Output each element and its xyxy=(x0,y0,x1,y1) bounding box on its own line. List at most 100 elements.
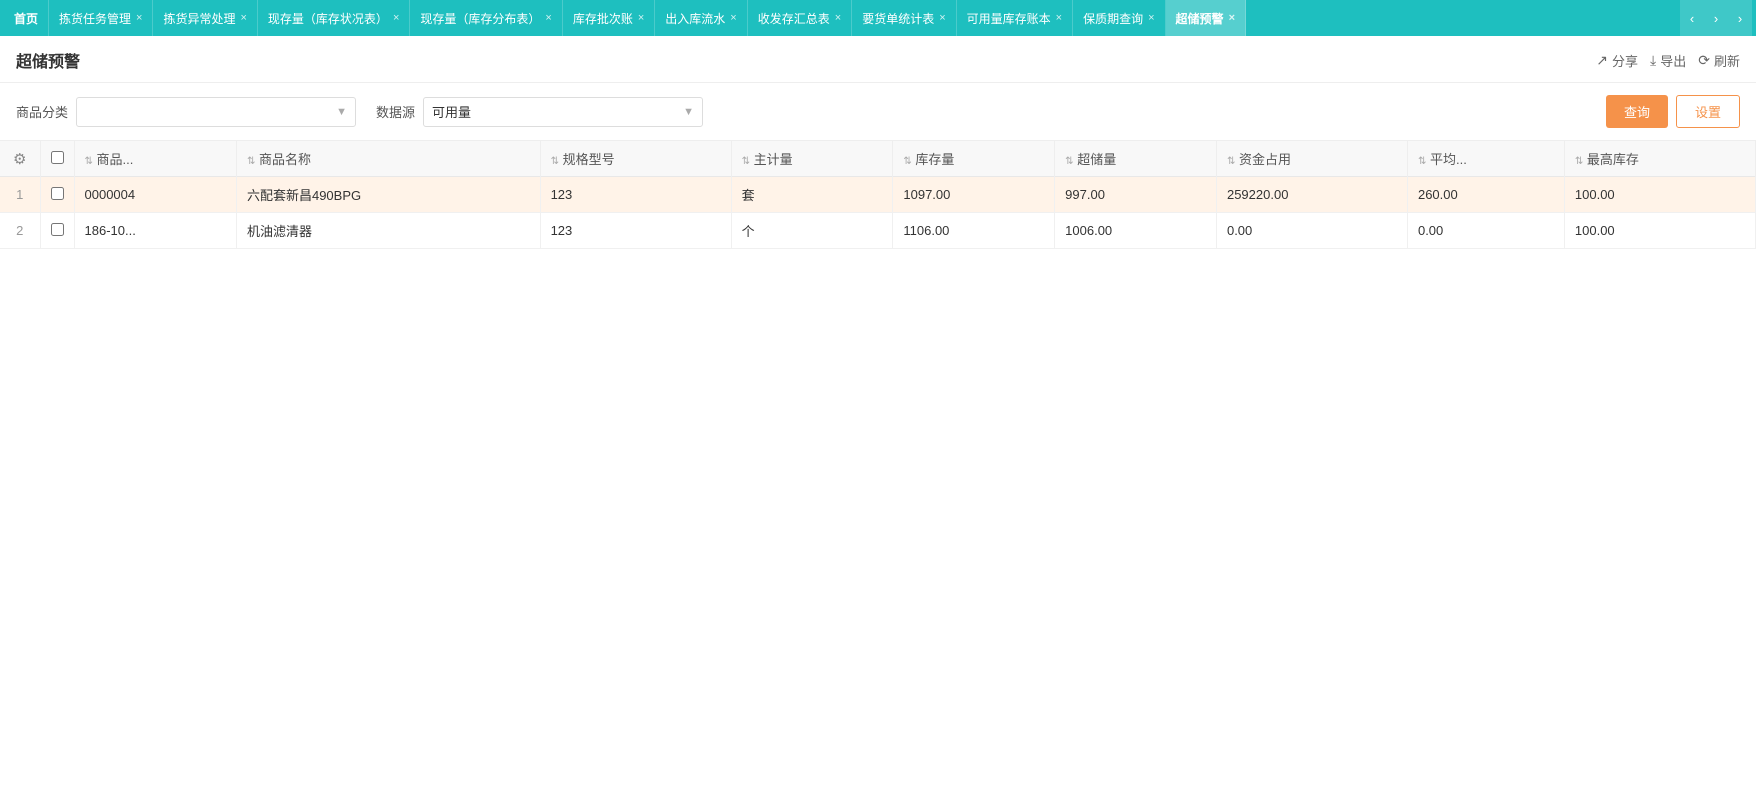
close-tab-inventory-status[interactable]: × xyxy=(393,12,399,24)
datasource-select[interactable]: 可用量 ▼ xyxy=(423,97,703,127)
row-spec-1: 123 xyxy=(540,213,731,249)
sort-icon-unit: ⇅ xyxy=(742,156,750,167)
th-product-name[interactable]: ⇅ 商品名称 xyxy=(236,141,540,177)
row-product-name-0: 六配套新昌490BPG xyxy=(236,177,540,213)
row-product-name-1: 机油滤清器 xyxy=(236,213,540,249)
close-tab-abnormal[interactable]: × xyxy=(240,12,246,24)
close-tab-order-stats[interactable]: × xyxy=(939,12,945,24)
category-filter-label: 商品分类 xyxy=(16,102,68,121)
th-unit[interactable]: ⇅ 主计量 xyxy=(731,141,893,177)
close-tab-available-account[interactable]: × xyxy=(1056,12,1062,24)
filter-area: 商品分类 ▼ 数据源 可用量 ▼ 查询 设置 xyxy=(0,83,1756,141)
row-unit-1: 个 xyxy=(731,213,893,249)
table-row: 1 0000004 六配套新昌490BPG 123 套 1097.00 997.… xyxy=(0,177,1756,213)
nav-tab-abnormal[interactable]: 拣货异常处理 × xyxy=(153,0,257,36)
row-overstock-0: 997.00 xyxy=(1055,177,1217,213)
row-num-1: 2 xyxy=(0,213,40,249)
nav-tab-inventory-dist[interactable]: 现存量（库存分布表） × xyxy=(410,0,562,36)
sort-icon-avg: ⇅ xyxy=(1418,156,1426,167)
th-capital[interactable]: ⇅ 资金占用 xyxy=(1216,141,1407,177)
close-tab-task-mgmt[interactable]: × xyxy=(136,12,142,24)
page-header: 超储预警 ↗ 分享 ⤓ 导出 ⟳ 刷新 xyxy=(0,36,1756,83)
data-table: ⚙ ⇅ 商品... ⇅ 商品名称 ⇅ 规格型号 xyxy=(0,141,1756,249)
row-spec-0: 123 xyxy=(540,177,731,213)
th-max-stock[interactable]: ⇅ 最高库存 xyxy=(1564,141,1755,177)
page-content: 超储预警 ↗ 分享 ⤓ 导出 ⟳ 刷新 商品分类 ▼ 数据源 xyxy=(0,36,1756,800)
sort-icon-capital: ⇅ xyxy=(1227,156,1235,167)
nav-arrows: ‹ › › xyxy=(1680,0,1752,36)
nav-tab-available-account[interactable]: 可用量库存账本 × xyxy=(957,0,1073,36)
th-spec[interactable]: ⇅ 规格型号 xyxy=(540,141,731,177)
row-unit-0: 套 xyxy=(731,177,893,213)
table-header-row: ⚙ ⇅ 商品... ⇅ 商品名称 ⇅ 规格型号 xyxy=(0,141,1756,177)
datasource-filter-group: 数据源 可用量 ▼ xyxy=(376,97,703,127)
refresh-button[interactable]: ⟳ 刷新 xyxy=(1698,51,1740,70)
nav-tab-task-mgmt[interactable]: 拣货任务管理 × xyxy=(49,0,153,36)
row-capital-0: 259220.00 xyxy=(1216,177,1407,213)
th-overstock[interactable]: ⇅ 超储量 xyxy=(1055,141,1217,177)
table-body: 1 0000004 六配套新昌490BPG 123 套 1097.00 997.… xyxy=(0,177,1756,249)
export-button[interactable]: ⤓ 导出 xyxy=(1650,51,1686,70)
row-checkbox-1[interactable] xyxy=(40,213,74,249)
nav-tab-inventory-status[interactable]: 现存量（库存状况表） × xyxy=(258,0,410,36)
close-tab-batch-account[interactable]: × xyxy=(638,12,644,24)
sort-icon-spec: ⇅ xyxy=(551,156,559,167)
filter-actions: 查询 设置 xyxy=(1606,95,1740,128)
close-tab-quality-check[interactable]: × xyxy=(1148,12,1154,24)
nav-tab-home[interactable]: 首页 xyxy=(4,0,49,36)
export-icon: ⤓ xyxy=(1650,52,1656,69)
nav-tab-quality-check[interactable]: 保质期查询 × xyxy=(1073,0,1165,36)
row-max-stock-0: 100.00 xyxy=(1564,177,1755,213)
refresh-icon: ⟳ xyxy=(1698,52,1710,69)
page-title: 超储预警 xyxy=(16,48,80,72)
category-filter-group: 商品分类 ▼ xyxy=(16,97,356,127)
nav-next-arrow[interactable]: › xyxy=(1704,0,1728,36)
select-all-checkbox[interactable] xyxy=(51,151,64,164)
close-tab-inventory-dist[interactable]: × xyxy=(545,12,551,24)
th-inventory[interactable]: ⇅ 库存量 xyxy=(893,141,1055,177)
row-product-code-0: 0000004 xyxy=(74,177,236,213)
row-avg-0: 260.00 xyxy=(1407,177,1564,213)
row-max-stock-1: 100.00 xyxy=(1564,213,1755,249)
datasource-select-value: 可用量 xyxy=(432,102,471,121)
share-icon: ↗ xyxy=(1596,52,1608,69)
row-num-0: 1 xyxy=(0,177,40,213)
sort-icon-inventory: ⇅ xyxy=(903,156,911,167)
nav-tab-overstock-alert[interactable]: 超储预警 × xyxy=(1166,0,1246,36)
row-product-code-1: 186-10... xyxy=(74,213,236,249)
nav-prev-arrow[interactable]: ‹ xyxy=(1680,0,1704,36)
close-tab-recv-summary[interactable]: × xyxy=(835,12,841,24)
row-avg-1: 0.00 xyxy=(1407,213,1564,249)
category-select[interactable]: ▼ xyxy=(76,97,356,127)
nav-tab-recv-summary[interactable]: 收发存汇总表 × xyxy=(748,0,852,36)
row-inventory-0: 1097.00 xyxy=(893,177,1055,213)
nav-more-arrow[interactable]: › xyxy=(1728,0,1752,36)
top-nav: 首页 拣货任务管理 × 拣货异常处理 × 现存量（库存状况表） × 现存量（库存… xyxy=(0,0,1756,36)
datasource-select-arrow: ▼ xyxy=(683,106,694,118)
th-gear[interactable]: ⚙ xyxy=(0,141,40,177)
share-button[interactable]: ↗ 分享 xyxy=(1596,51,1638,70)
th-checkbox xyxy=(40,141,74,177)
gear-icon[interactable]: ⚙ xyxy=(13,151,26,168)
category-select-arrow: ▼ xyxy=(336,106,347,118)
sort-icon-product-code: ⇅ xyxy=(85,156,93,167)
table-row: 2 186-10... 机油滤清器 123 个 1106.00 1006.00 … xyxy=(0,213,1756,249)
settings-button[interactable]: 设置 xyxy=(1676,95,1740,128)
row-capital-1: 0.00 xyxy=(1216,213,1407,249)
nav-tab-order-stats[interactable]: 要货单统计表 × xyxy=(852,0,956,36)
datasource-filter-label: 数据源 xyxy=(376,102,415,121)
sort-icon-product-name: ⇅ xyxy=(247,156,255,167)
header-actions: ↗ 分享 ⤓ 导出 ⟳ 刷新 xyxy=(1596,51,1740,70)
row-inventory-1: 1106.00 xyxy=(893,213,1055,249)
close-tab-overstock-alert[interactable]: × xyxy=(1229,12,1235,24)
th-avg[interactable]: ⇅ 平均... xyxy=(1407,141,1564,177)
th-product-code[interactable]: ⇅ 商品... xyxy=(74,141,236,177)
query-button[interactable]: 查询 xyxy=(1606,95,1668,128)
nav-tab-inout-flow[interactable]: 出入库流水 × xyxy=(655,0,747,36)
sort-icon-overstock: ⇅ xyxy=(1065,156,1073,167)
sort-icon-max-stock: ⇅ xyxy=(1575,156,1583,167)
row-checkbox-0[interactable] xyxy=(40,177,74,213)
row-overstock-1: 1006.00 xyxy=(1055,213,1217,249)
nav-tab-batch-account[interactable]: 库存批次账 × xyxy=(563,0,655,36)
close-tab-inout-flow[interactable]: × xyxy=(730,12,736,24)
